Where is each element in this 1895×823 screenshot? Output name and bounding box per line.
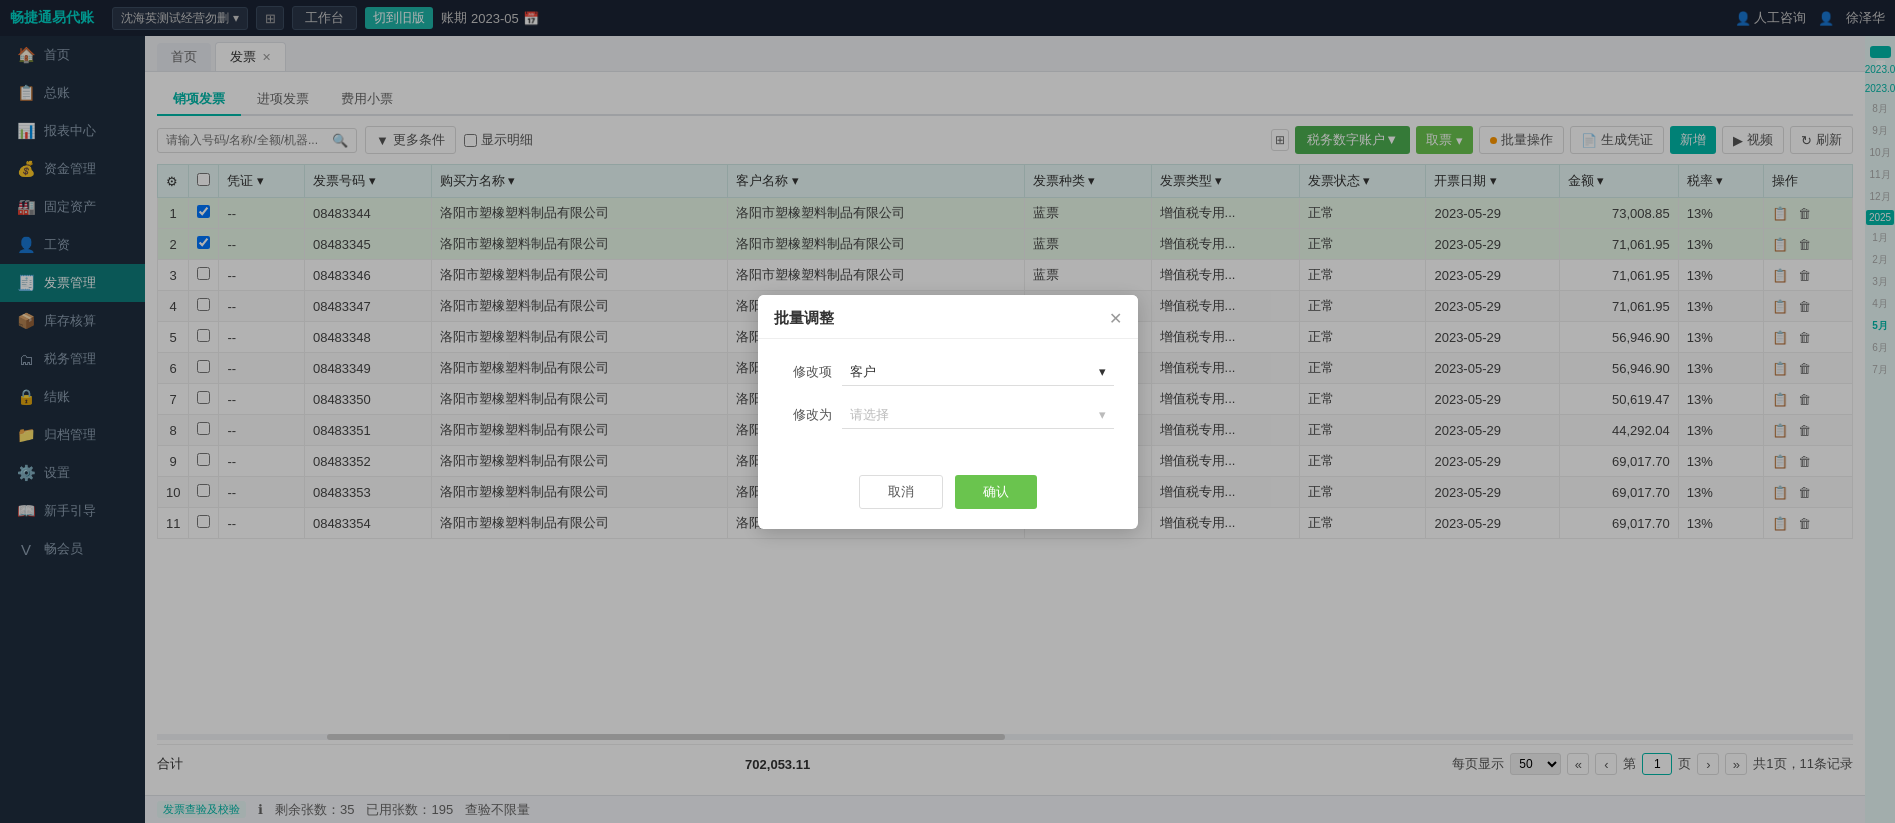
modify-to-label: 修改为 (782, 406, 832, 424)
modify-to-row: 修改为 请选择 ▾ (782, 402, 1114, 429)
batch-adjust-modal: 批量调整 ✕ 修改项 客户 ▾ 修改为 请选择 ▾ 取消 确认 (758, 295, 1138, 529)
modify-item-arrow: ▾ (1099, 364, 1106, 379)
modal-overlay: 批量调整 ✕ 修改项 客户 ▾ 修改为 请选择 ▾ 取消 确认 (0, 0, 1895, 823)
modal-close-btn[interactable]: ✕ (1109, 309, 1122, 328)
modify-item-row: 修改项 客户 ▾ (782, 359, 1114, 386)
modal-cancel-btn[interactable]: 取消 (859, 475, 943, 509)
modify-item-select[interactable]: 客户 ▾ (842, 359, 1114, 386)
modify-to-select[interactable]: 请选择 ▾ (842, 402, 1114, 429)
modal-header: 批量调整 ✕ (758, 295, 1138, 339)
modify-item-label: 修改项 (782, 363, 832, 381)
modify-to-placeholder: 请选择 (850, 406, 889, 424)
modify-item-value: 客户 (850, 363, 876, 381)
modal-footer: 取消 确认 (758, 465, 1138, 529)
modal-body: 修改项 客户 ▾ 修改为 请选择 ▾ (758, 339, 1138, 465)
modal-confirm-btn[interactable]: 确认 (955, 475, 1037, 509)
modal-title: 批量调整 (774, 309, 834, 328)
modify-to-arrow: ▾ (1099, 407, 1106, 422)
